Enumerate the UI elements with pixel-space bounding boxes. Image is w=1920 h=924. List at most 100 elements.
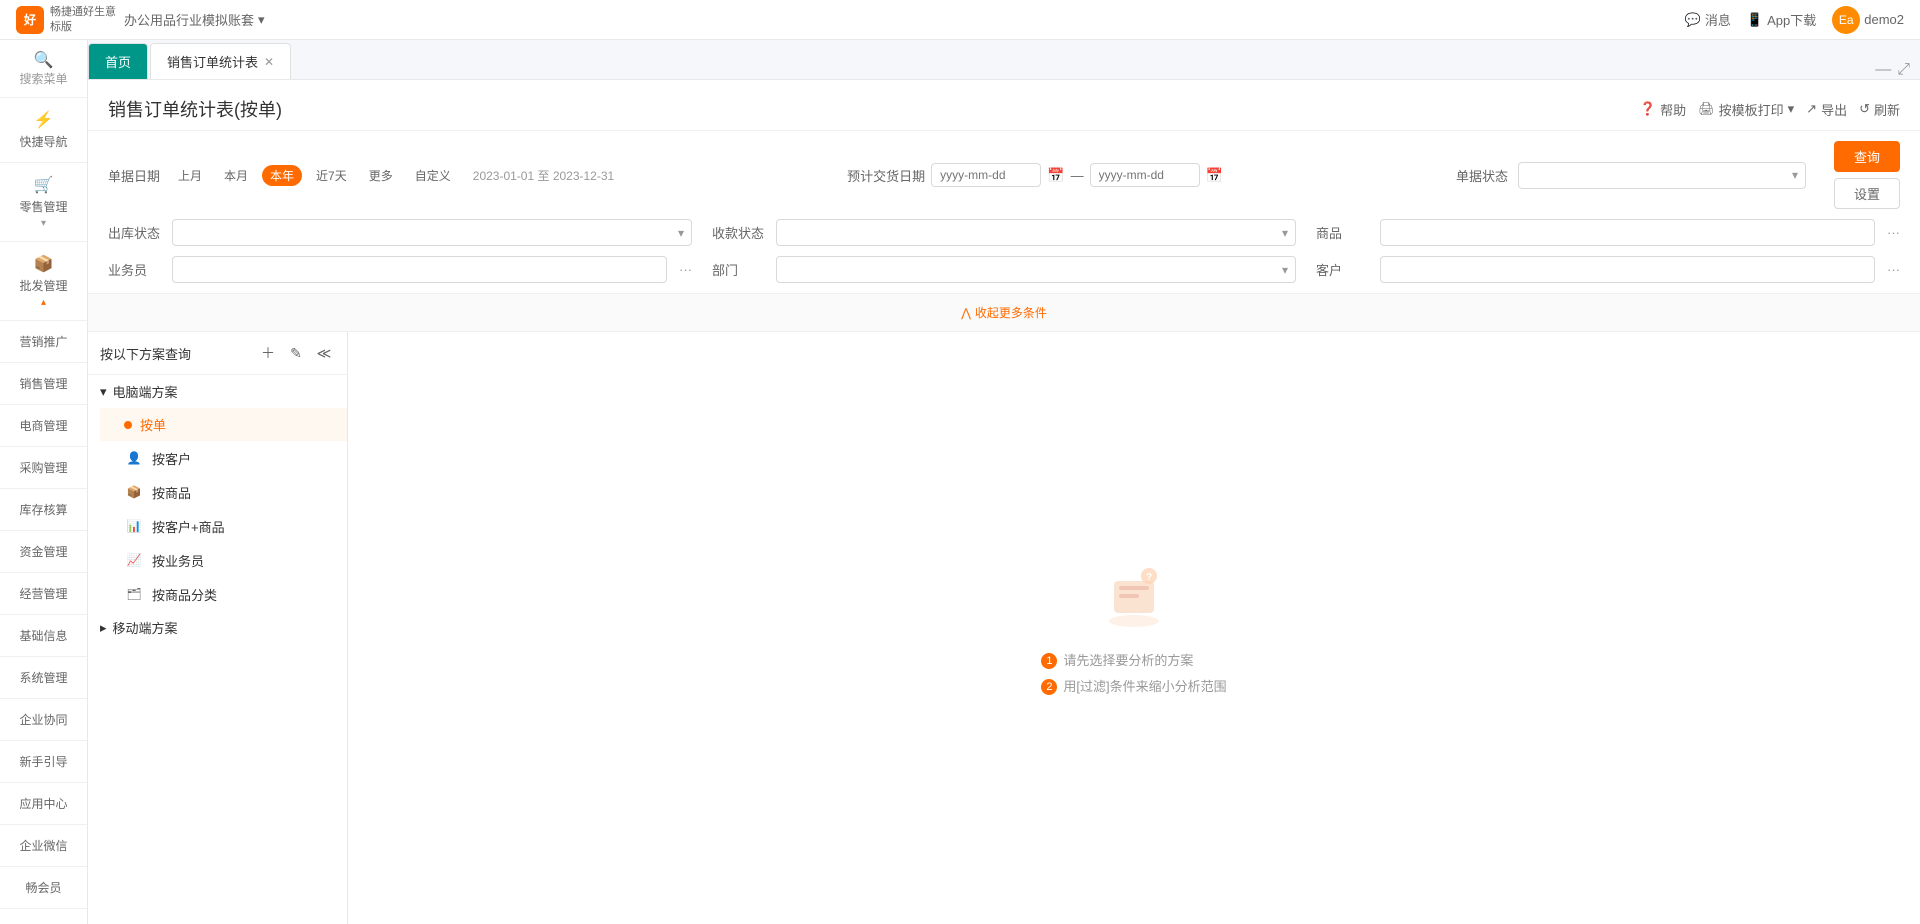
logo-area: 好 畅捷通好生意 标版 [16,5,116,34]
sidebar-item-quick-nav[interactable]: ⚡ 快捷导航 [0,98,87,163]
active-dot-icon [124,421,132,429]
collapse-section: ⋀ 收起更多条件 [88,294,1920,332]
tree-item-by-customer[interactable]: 👤 按客户 [100,441,347,475]
shortcut-more[interactable]: 更多 [361,165,401,186]
salesman-input[interactable] [172,256,667,283]
delivery-select[interactable] [172,219,692,246]
sidebar-item-finance[interactable]: 资金管理 [0,531,87,573]
tree-item-by-category[interactable]: 🗂 按商品分类 [100,577,347,611]
shortcut-this-month[interactable]: 本月 [216,165,256,186]
tree-expand-icon: ▾ [100,384,107,400]
sidebar-item-member[interactable]: 畅会员 [0,867,87,909]
tree-item-by-order[interactable]: 按单 [100,408,347,441]
status-select[interactable] [1518,162,1806,189]
sidebar-item-guide[interactable]: 新手引导 [0,741,87,783]
tab-home[interactable]: 首页 [88,43,148,79]
sidebar-item-ecommerce[interactable]: 电商管理 [0,405,87,447]
top-bar: 好 畅捷通好生意 标版 办公用品行业模拟账套 ▾ 💬 消息 📱 App下载 Ea… [0,0,1920,40]
expected-date-end[interactable] [1090,163,1200,187]
message-btn[interactable]: 💬 消息 [1685,10,1731,29]
right-content: ? 1 请先选择要分析的方案 2 用[过滤]条件来缩小分析范围 [348,332,1920,924]
shortcut-7days[interactable]: 近7天 [308,165,355,186]
customer-input[interactable] [1380,256,1875,283]
dept-select-wrap [776,256,1296,283]
main-layout: 🔍 搜索菜单 ⚡ 快捷导航 🛒 零售管理 ▾ 📦 批发管理 ▴ 营销推广 销售管… [0,40,1920,924]
collapse-panel-btn[interactable]: ≪ [313,342,335,364]
logo-text: 畅捷通好生意 标版 [50,5,116,34]
print-template-btn[interactable]: 🖨 按模板打印 ▾ [1698,100,1794,119]
payment-select[interactable] [776,219,1296,246]
tab-minimize-icon[interactable]: — [1875,61,1891,79]
avatar: Ea [1832,6,1860,34]
wholesale-icon: 📦 [4,254,83,274]
sidebar-item-enterprise[interactable]: 企业协同 [0,699,87,741]
expected-date-start[interactable] [931,163,1041,187]
sidebar-item-operation[interactable]: 经营管理 [0,573,87,615]
sidebar-item-system[interactable]: 系统管理 [0,657,87,699]
sidebar-item-basic[interactable]: 基础信息 [0,615,87,657]
dept-select[interactable] [776,256,1296,283]
export-btn[interactable]: ↗ 导出 [1806,100,1847,119]
calendar-start-icon[interactable]: 📅 [1047,167,1064,184]
payment-label: 收款状态 [712,223,768,242]
sidebar-item-app-center[interactable]: 应用中心 [0,783,87,825]
print-icon: 🖨 [1698,101,1715,117]
edit-scheme-btn[interactable]: ✎ [285,342,307,364]
customer-label: 客户 [1316,260,1372,279]
page-title: 销售订单统计表(按单) [108,96,282,122]
search-button[interactable]: 查询 [1834,141,1900,172]
sidebar-item-marketing[interactable]: 营销推广 [0,321,87,363]
help-btn[interactable]: ❓ 帮助 [1640,100,1686,119]
tree-parent-desktop[interactable]: ▾ 电脑端方案 [88,375,347,408]
collapse-btn[interactable]: ⋀ 收起更多条件 [961,304,1047,321]
tab-close-icon[interactable]: ✕ [264,55,274,69]
tree-item-by-goods[interactable]: 📦 按商品 [100,475,347,509]
tree-collapse-icon: ▸ [100,620,107,636]
app-download-btn[interactable]: 📱 App下载 [1747,10,1816,29]
goods-input[interactable] [1380,219,1875,246]
date-label: 单据日期 [108,166,164,185]
filter-row-2: 出库状态 收款状态 [108,219,1900,246]
page-content: 销售订单统计表(按单) ❓ 帮助 🖨 按模板打印 ▾ ↗ 导出 [88,80,1920,924]
tree-item-by-salesman[interactable]: 📈 按业务员 [100,543,347,577]
payment-select-wrap [776,219,1296,246]
sidebar-item-sales[interactable]: 销售管理 [0,363,87,405]
empty-tip-1: 1 请先选择要分析的方案 [1041,648,1226,674]
user-menu[interactable]: Ea demo2 [1832,6,1904,34]
shortcut-last-month[interactable]: 上月 [170,165,210,186]
tip-num-1: 1 [1041,653,1057,669]
sidebar-item-wholesale[interactable]: 📦 批发管理 ▴ [0,242,87,321]
refresh-icon: ↺ [1859,101,1870,117]
salesman-label: 业务员 [108,260,164,279]
tree-item-by-customer-goods[interactable]: 📊 按客户+商品 [100,509,347,543]
calendar-end-icon[interactable]: 📅 [1206,167,1223,184]
sidebar-item-purchase[interactable]: 采购管理 [0,447,87,489]
settings-button[interactable]: 设置 [1834,178,1900,209]
tab-maximize-icon[interactable]: ⤢ [1897,61,1910,79]
filter-actions: 查询 设置 [1834,141,1900,209]
sidebar-item-wechat[interactable]: 企业微信 [0,825,87,867]
delivery-label: 出库状态 [108,223,164,242]
company-selector[interactable]: 办公用品行业模拟账套 ▾ [124,10,265,29]
sidebar-item-inventory[interactable]: 库存核算 [0,489,87,531]
goods-dots-btn[interactable]: ··· [1887,225,1900,240]
shortcut-this-year[interactable]: 本年 [262,165,302,186]
top-bar-left: 好 畅捷通好生意 标版 办公用品行业模拟账套 ▾ [16,5,265,34]
sidebar: 🔍 搜索菜单 ⚡ 快捷导航 🛒 零售管理 ▾ 📦 批发管理 ▴ 营销推广 销售管… [0,40,88,924]
add-scheme-btn[interactable]: ＋ [257,342,279,364]
refresh-btn[interactable]: ↺ 刷新 [1859,100,1900,119]
sidebar-search[interactable]: 🔍 搜索菜单 [0,40,87,98]
tab-sales-label: 销售订单统计表 [167,52,258,71]
sidebar-item-retail[interactable]: 🛒 零售管理 ▾ [0,163,87,242]
tab-sales-order-stats[interactable]: 销售订单统计表 ✕ [150,43,291,79]
status-field-group: 单据状态 [1456,162,1806,189]
salesman-dots-btn[interactable]: ··· [679,262,692,277]
empty-tips: 1 请先选择要分析的方案 2 用[过滤]条件来缩小分析范围 [1041,648,1226,700]
customer-dots-btn[interactable]: ··· [1887,262,1900,277]
goods-field-group: 商品 ··· [1316,219,1900,246]
salesman-icon: 📈 [124,550,144,570]
empty-tip-2: 2 用[过滤]条件来缩小分析范围 [1041,674,1226,700]
top-bar-right: 💬 消息 📱 App下载 Ea demo2 [1685,6,1904,34]
shortcut-custom[interactable]: 自定义 [407,165,459,186]
tree-parent-mobile[interactable]: ▸ 移动端方案 [88,611,347,644]
